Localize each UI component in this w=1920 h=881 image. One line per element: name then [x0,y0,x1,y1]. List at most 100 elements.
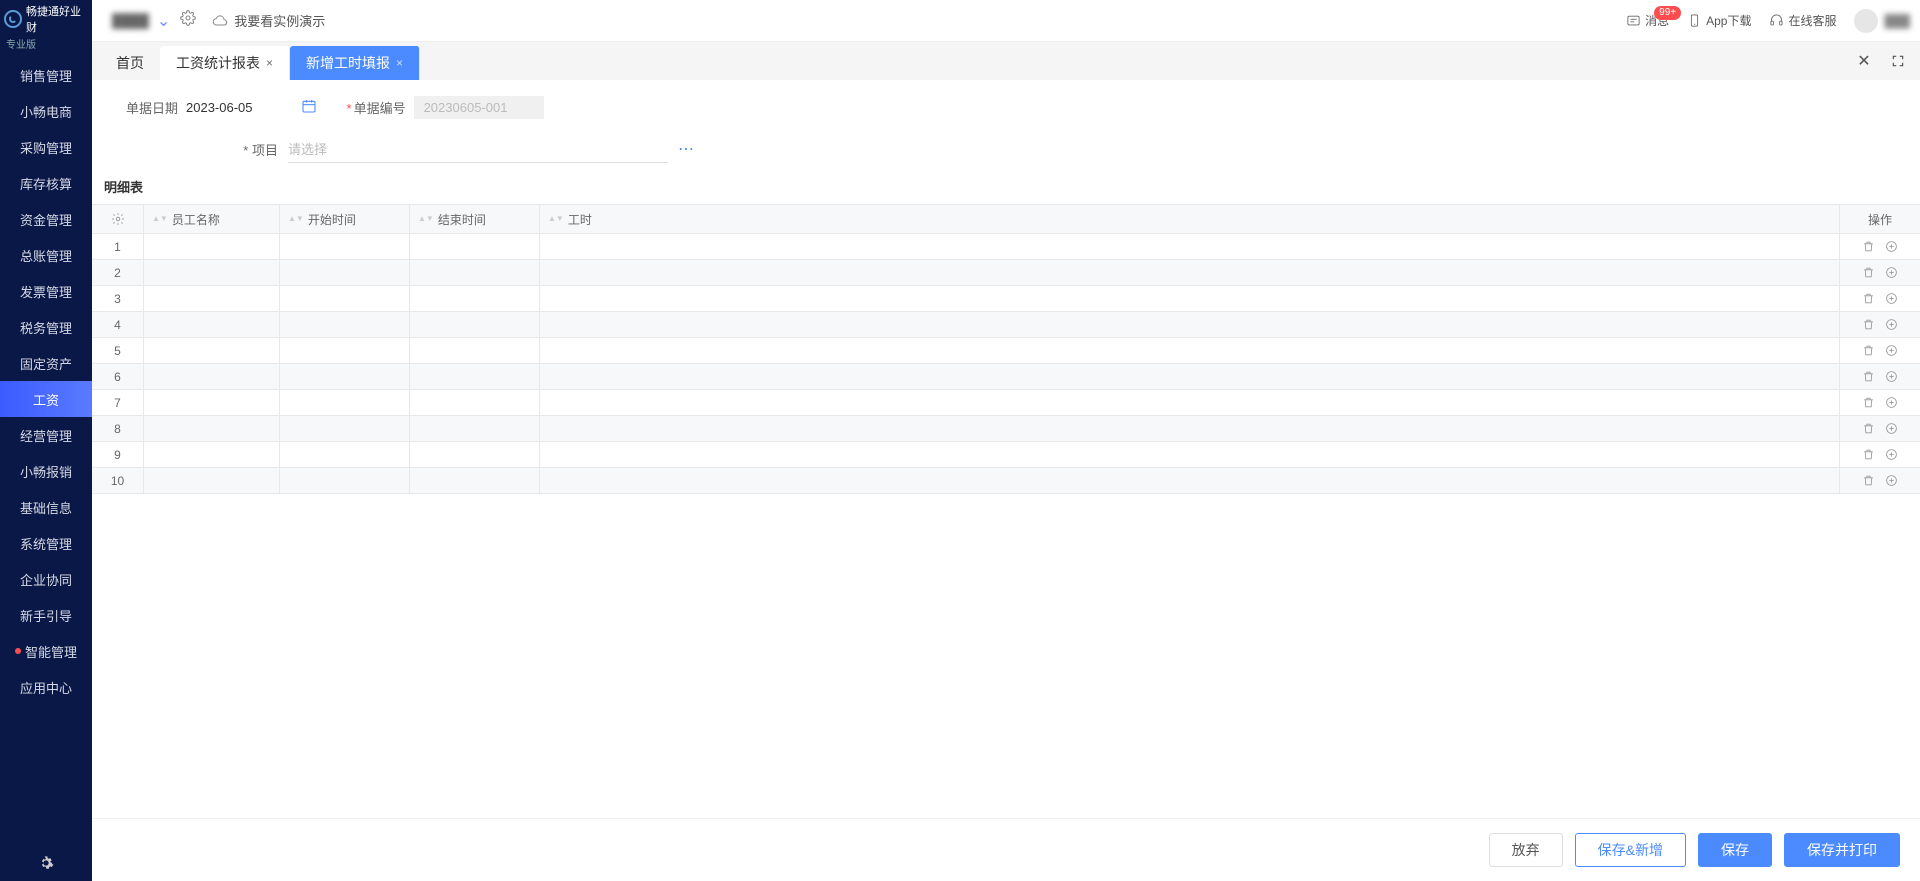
delete-icon[interactable] [1862,266,1875,279]
sidebar-item[interactable]: 库存核算 [0,165,92,201]
date-input[interactable]: 2023-06-05 [186,98,317,118]
sidebar-item[interactable]: 工资 [0,381,92,417]
delete-icon[interactable] [1862,474,1875,487]
add-icon[interactable] [1885,370,1898,383]
add-icon[interactable] [1885,422,1898,435]
td-end[interactable] [410,338,540,363]
td-employee[interactable] [144,390,280,415]
td-start[interactable] [280,416,410,441]
add-icon[interactable] [1885,292,1898,305]
delete-icon[interactable] [1862,396,1875,409]
sidebar-item[interactable]: 销售管理 [0,57,92,93]
sidebar-item[interactable]: 智能管理 [0,633,92,669]
td-end[interactable] [410,260,540,285]
td-employee[interactable] [144,364,280,389]
sidebar-item[interactable]: 资金管理 [0,201,92,237]
td-hours[interactable] [540,468,1840,493]
td-employee[interactable] [144,442,280,467]
th-employee[interactable]: ▲▼员工名称 [144,205,280,233]
delete-icon[interactable] [1862,318,1875,331]
add-icon[interactable] [1885,344,1898,357]
th-hours[interactable]: ▲▼工时 [540,205,1840,233]
discard-button[interactable]: 放弃 [1489,833,1563,867]
td-start[interactable] [280,390,410,415]
th-end[interactable]: ▲▼结束时间 [410,205,540,233]
sidebar-item[interactable]: 基础信息 [0,489,92,525]
td-employee[interactable] [144,416,280,441]
delete-icon[interactable] [1862,344,1875,357]
td-start[interactable] [280,312,410,337]
delete-icon[interactable] [1862,370,1875,383]
fullscreen-button[interactable] [1884,47,1912,75]
add-icon[interactable] [1885,474,1898,487]
td-hours[interactable] [540,416,1840,441]
td-hours[interactable] [540,312,1840,337]
sidebar-item[interactable]: 总账管理 [0,237,92,273]
sidebar-item[interactable]: 发票管理 [0,273,92,309]
sidebar-item[interactable]: 采购管理 [0,129,92,165]
td-hours[interactable] [540,442,1840,467]
sidebar-item[interactable]: 固定资产 [0,345,92,381]
td-employee[interactable] [144,468,280,493]
save-new-button[interactable]: 保存&新增 [1575,833,1686,867]
tab[interactable]: 工资统计报表× [160,46,290,80]
sidebar-settings[interactable] [0,845,92,881]
sidebar-item[interactable]: 税务管理 [0,309,92,345]
add-icon[interactable] [1885,318,1898,331]
td-start[interactable] [280,338,410,363]
td-start[interactable] [280,442,410,467]
close-all-tabs[interactable]: ✕ [1850,47,1878,75]
save-button[interactable]: 保存 [1698,833,1772,867]
td-start[interactable] [280,286,410,311]
td-end[interactable] [410,286,540,311]
delete-icon[interactable] [1862,448,1875,461]
td-start[interactable] [280,234,410,259]
add-icon[interactable] [1885,266,1898,279]
sidebar-item[interactable]: 小畅电商 [0,93,92,129]
add-icon[interactable] [1885,448,1898,461]
demo-link[interactable]: 我要看实例演示 [212,11,325,30]
td-hours[interactable] [540,390,1840,415]
delete-icon[interactable] [1862,422,1875,435]
sidebar-item[interactable]: 企业协同 [0,561,92,597]
org-selector[interactable]: ████ ⌄ [102,11,180,31]
save-print-button[interactable]: 保存并打印 [1784,833,1900,867]
tab[interactable]: 首页 [100,46,160,80]
td-end[interactable] [410,468,540,493]
td-hours[interactable] [540,286,1840,311]
tab[interactable]: 新增工时填报× [290,46,420,80]
app-download-button[interactable]: App下载 [1687,12,1751,29]
sidebar-item[interactable]: 应用中心 [0,669,92,705]
td-start[interactable] [280,364,410,389]
add-icon[interactable] [1885,240,1898,253]
messages-button[interactable]: 消息 99+ [1626,12,1669,29]
td-hours[interactable] [540,364,1840,389]
td-end[interactable] [410,442,540,467]
td-end[interactable] [410,416,540,441]
sidebar-item[interactable]: 小畅报销 [0,453,92,489]
td-start[interactable] [280,468,410,493]
td-employee[interactable] [144,338,280,363]
org-settings-icon[interactable] [180,10,196,31]
close-icon[interactable]: × [396,56,403,70]
close-icon[interactable]: × [266,56,273,70]
td-hours[interactable] [540,234,1840,259]
td-hours[interactable] [540,260,1840,285]
td-end[interactable] [410,364,540,389]
project-more-icon[interactable]: ⋯ [678,139,694,159]
td-employee[interactable] [144,260,280,285]
sidebar-item[interactable]: 经营管理 [0,417,92,453]
support-button[interactable]: 在线客服 [1769,12,1836,29]
add-icon[interactable] [1885,396,1898,409]
user-menu[interactable]: ███ [1854,9,1910,33]
th-start[interactable]: ▲▼开始时间 [280,205,410,233]
td-end[interactable] [410,390,540,415]
td-hours[interactable] [540,338,1840,363]
td-employee[interactable] [144,234,280,259]
number-input[interactable]: 20230605-001 [414,96,544,119]
project-input[interactable]: 请选择 [288,135,668,163]
td-employee[interactable] [144,312,280,337]
delete-icon[interactable] [1862,292,1875,305]
delete-icon[interactable] [1862,240,1875,253]
th-index[interactable] [92,205,144,233]
